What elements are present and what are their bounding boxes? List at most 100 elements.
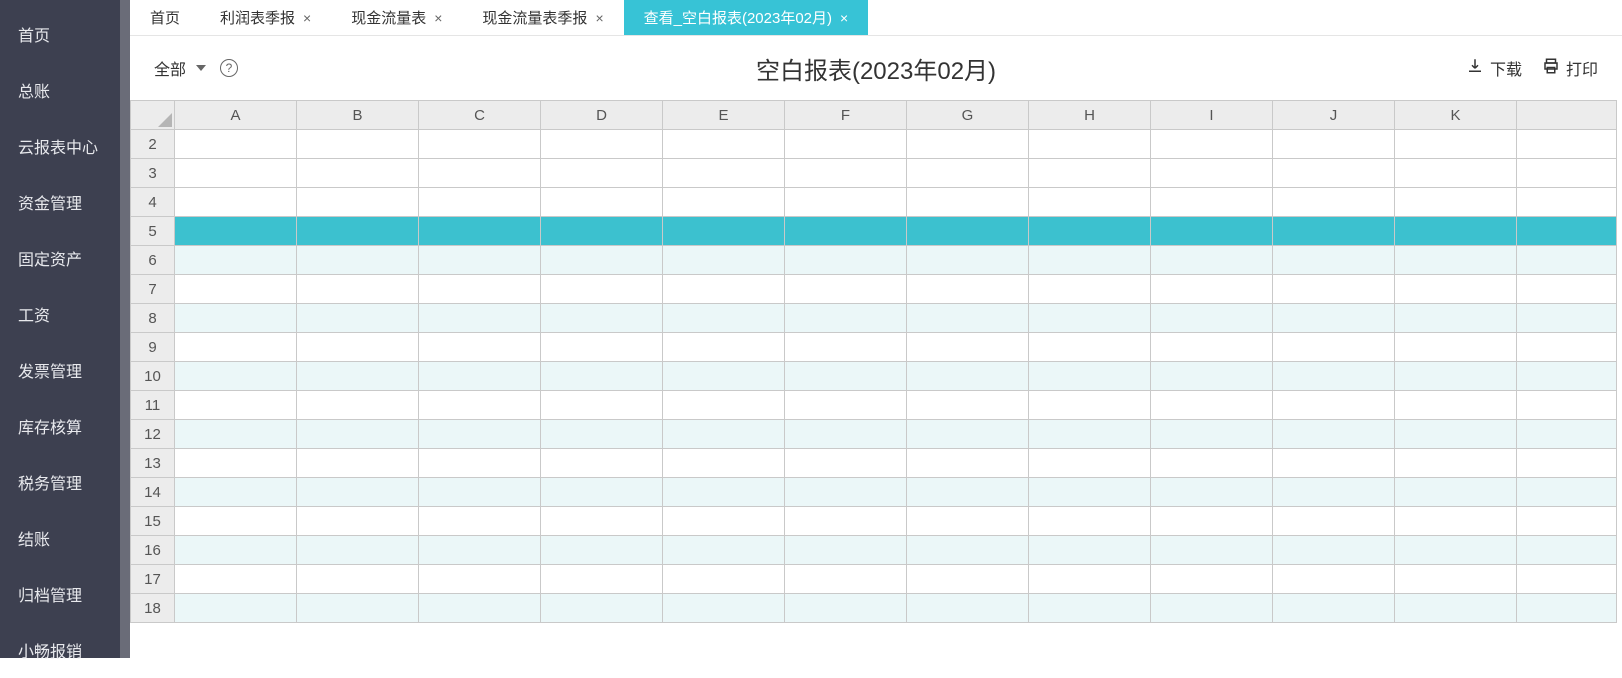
tab-cashflow-quarterly[interactable]: 现金流量表季报 × <box>462 0 623 35</box>
cell[interactable] <box>297 594 419 623</box>
cell[interactable] <box>1029 333 1151 362</box>
cell[interactable] <box>1029 246 1151 275</box>
cell[interactable] <box>1517 275 1617 304</box>
cell[interactable] <box>1273 536 1395 565</box>
row-header[interactable]: 9 <box>131 333 175 362</box>
cell[interactable] <box>785 188 907 217</box>
cell[interactable] <box>1517 217 1617 246</box>
cell[interactable] <box>1029 304 1151 333</box>
cell[interactable] <box>541 304 663 333</box>
cell[interactable] <box>1517 246 1617 275</box>
cell[interactable] <box>175 130 297 159</box>
row-header[interactable]: 13 <box>131 449 175 478</box>
cell[interactable] <box>419 565 541 594</box>
cell[interactable] <box>907 507 1029 536</box>
cell[interactable] <box>1151 217 1273 246</box>
cell[interactable] <box>1151 130 1273 159</box>
row-header[interactable]: 2 <box>131 130 175 159</box>
cell[interactable] <box>1273 565 1395 594</box>
sidebar-item-invoice-management[interactable]: 发票管理 <box>0 342 130 398</box>
row-header[interactable]: 14 <box>131 478 175 507</box>
cell[interactable] <box>1029 159 1151 188</box>
download-button[interactable]: 下载 <box>1466 56 1522 80</box>
cell[interactable] <box>297 188 419 217</box>
cell[interactable] <box>419 478 541 507</box>
cell[interactable] <box>419 304 541 333</box>
help-icon[interactable]: ? <box>220 59 238 77</box>
filter-dropdown[interactable]: 全部 <box>154 56 206 80</box>
cell[interactable] <box>1395 594 1517 623</box>
sidebar-item-cloud-report-center[interactable]: 云报表中心 <box>0 118 130 174</box>
cell[interactable] <box>1273 304 1395 333</box>
cell[interactable] <box>1517 362 1617 391</box>
cell[interactable] <box>663 536 785 565</box>
cell[interactable] <box>1517 420 1617 449</box>
column-header[interactable]: H <box>1029 101 1151 130</box>
cell[interactable] <box>1029 565 1151 594</box>
cell[interactable] <box>1395 130 1517 159</box>
cell[interactable] <box>663 565 785 594</box>
cell[interactable] <box>785 333 907 362</box>
cell[interactable] <box>1029 478 1151 507</box>
cell[interactable] <box>1395 188 1517 217</box>
cell[interactable] <box>907 362 1029 391</box>
cell[interactable] <box>297 565 419 594</box>
cell[interactable] <box>1395 478 1517 507</box>
cell[interactable] <box>785 304 907 333</box>
cell[interactable] <box>175 362 297 391</box>
sidebar-item-inventory-accounting[interactable]: 库存核算 <box>0 398 130 454</box>
cell[interactable] <box>785 246 907 275</box>
row-header[interactable]: 12 <box>131 420 175 449</box>
cell[interactable] <box>1395 362 1517 391</box>
cell[interactable] <box>1029 507 1151 536</box>
cell[interactable] <box>1395 536 1517 565</box>
sidebar-item-fixed-assets[interactable]: 固定资产 <box>0 230 130 286</box>
cell[interactable] <box>1151 333 1273 362</box>
cell[interactable] <box>1395 420 1517 449</box>
cell[interactable] <box>1029 362 1151 391</box>
cell[interactable] <box>541 333 663 362</box>
cell[interactable] <box>419 275 541 304</box>
sidebar-item-salary[interactable]: 工资 <box>0 286 130 342</box>
cell[interactable] <box>1517 449 1617 478</box>
cell[interactable] <box>907 304 1029 333</box>
tab-home[interactable]: 首页 <box>130 0 200 35</box>
cell[interactable] <box>1273 594 1395 623</box>
cell[interactable] <box>297 391 419 420</box>
spreadsheet[interactable]: ABCDEFGHIJK23456789101112131415161718 <box>130 100 1622 658</box>
cell[interactable] <box>297 507 419 536</box>
sidebar-item-fund-management[interactable]: 资金管理 <box>0 174 130 230</box>
cell[interactable] <box>1517 130 1617 159</box>
cell[interactable] <box>907 594 1029 623</box>
cell[interactable] <box>541 362 663 391</box>
cell[interactable] <box>1029 594 1151 623</box>
cell[interactable] <box>419 449 541 478</box>
cell[interactable] <box>541 565 663 594</box>
cell[interactable] <box>1517 536 1617 565</box>
cell[interactable] <box>175 507 297 536</box>
cell[interactable] <box>419 333 541 362</box>
cell[interactable] <box>1029 188 1151 217</box>
tab-view-blank-report[interactable]: 查看_空白报表(2023年02月) × <box>624 0 869 35</box>
sidebar-item-archive-management[interactable]: 归档管理 <box>0 566 130 622</box>
cell[interactable] <box>297 217 419 246</box>
cell[interactable] <box>1517 159 1617 188</box>
print-button[interactable]: 打印 <box>1542 56 1598 80</box>
cell[interactable] <box>1273 275 1395 304</box>
sidebar-scrollbar[interactable] <box>120 0 130 658</box>
column-header[interactable]: J <box>1273 101 1395 130</box>
cell[interactable] <box>785 420 907 449</box>
cell[interactable] <box>1151 536 1273 565</box>
cell[interactable] <box>785 217 907 246</box>
sidebar-item-general-ledger[interactable]: 总账 <box>0 62 130 118</box>
close-icon[interactable]: × <box>303 10 311 26</box>
cell[interactable] <box>663 159 785 188</box>
cell[interactable] <box>663 130 785 159</box>
cell[interactable] <box>907 130 1029 159</box>
cell[interactable] <box>785 507 907 536</box>
cell[interactable] <box>1273 188 1395 217</box>
cell[interactable] <box>541 391 663 420</box>
cell[interactable] <box>1029 449 1151 478</box>
cell[interactable] <box>663 304 785 333</box>
cell[interactable] <box>663 507 785 536</box>
